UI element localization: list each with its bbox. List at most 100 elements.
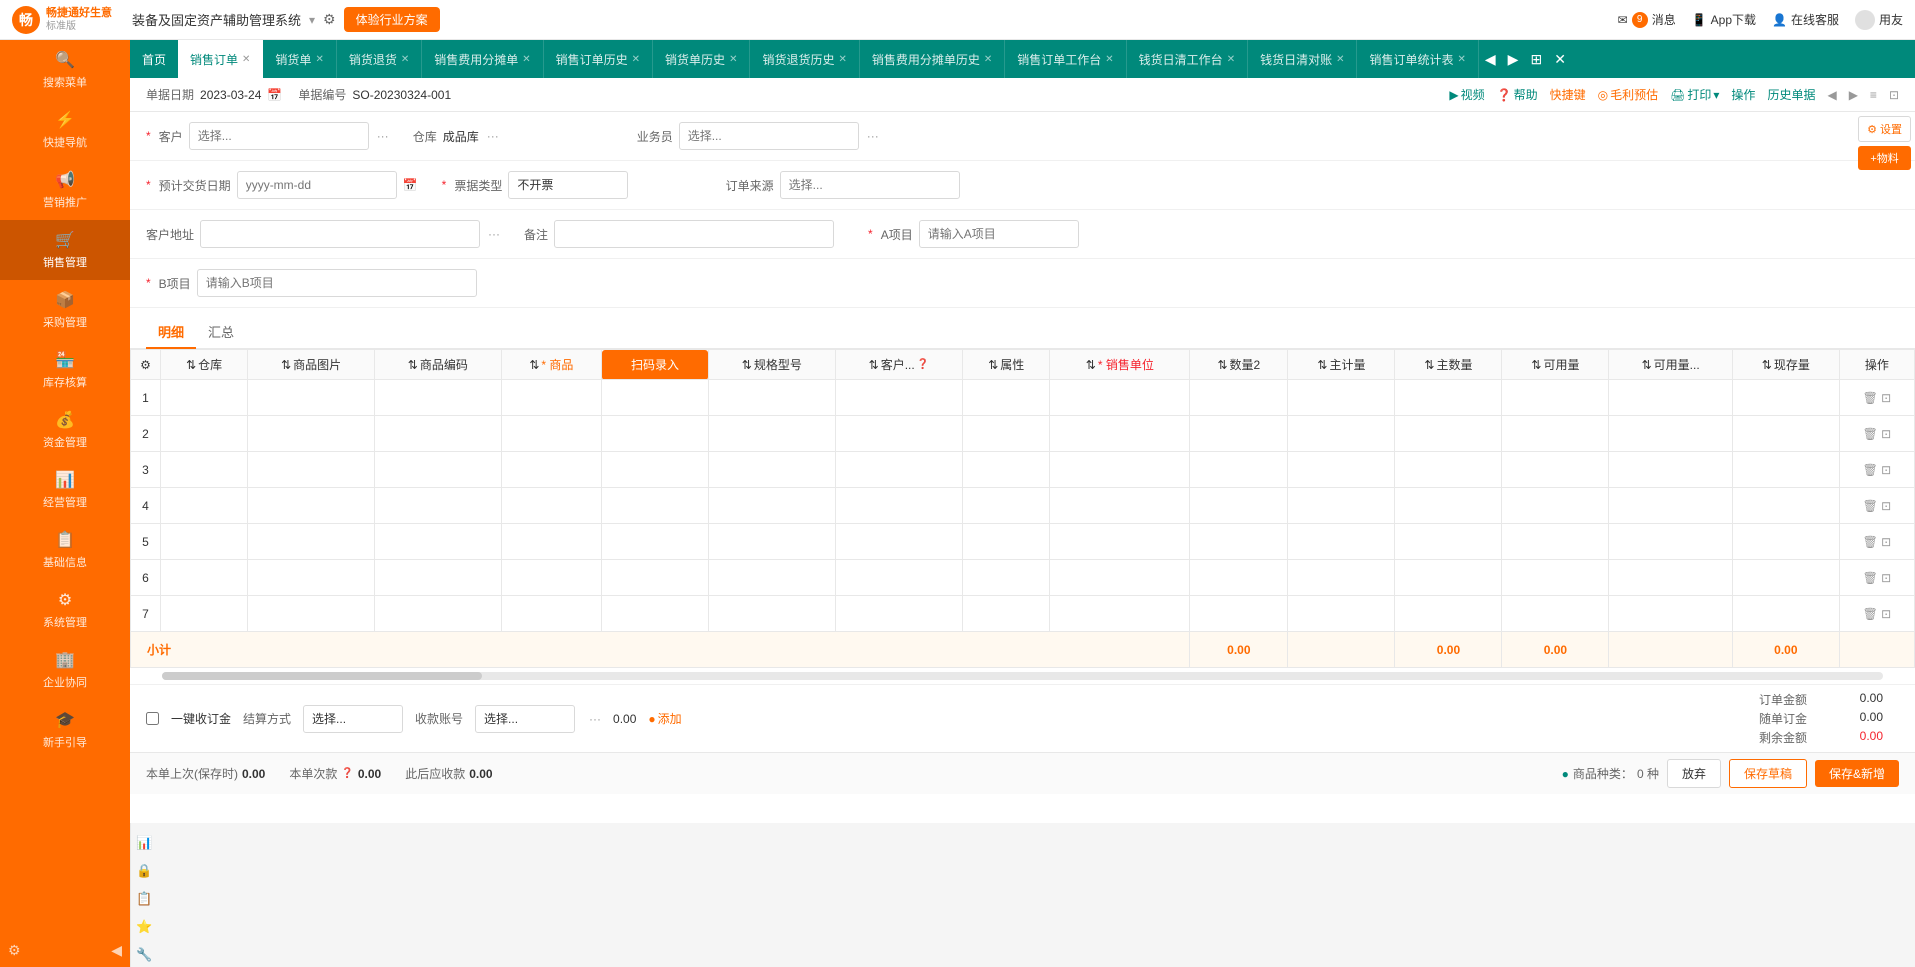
row-4-available[interactable] (1502, 488, 1609, 524)
tab-next-btn[interactable]: ▶ (1502, 51, 1525, 68)
discard-button[interactable]: 放弃 (1667, 759, 1721, 788)
row-1-product[interactable] (501, 380, 601, 416)
tab-returns-history[interactable]: 销货退货历史 ✕ (750, 40, 859, 78)
invoice-select[interactable]: 不开票 (508, 171, 628, 199)
row-3-customer-attr[interactable] (835, 452, 962, 488)
row-6-spec[interactable] (708, 560, 835, 596)
row-7-customer-attr[interactable] (835, 596, 962, 632)
row-4-code[interactable] (374, 488, 501, 524)
one-key-checkbox[interactable] (146, 712, 159, 725)
row-4-copy-icon[interactable]: ⊡ (1881, 499, 1891, 513)
row-2-image[interactable] (248, 416, 375, 452)
operate-link[interactable]: 操作 (1731, 86, 1755, 103)
row-2-code[interactable] (374, 416, 501, 452)
tab-expand-btn[interactable]: ⊞ (1524, 51, 1548, 68)
row-4-unit[interactable] (1050, 488, 1190, 524)
tab-close-fee-history[interactable]: ✕ (984, 54, 992, 65)
row-4-scan[interactable] (602, 488, 709, 524)
tab-sales-invoice[interactable]: 销货单 ✕ (263, 40, 336, 78)
row-7-unit[interactable] (1050, 596, 1190, 632)
tab-close-daily-clear[interactable]: ✕ (1336, 54, 1344, 65)
tab-prev-btn[interactable]: ◀ (1479, 51, 1502, 68)
row-7-copy-icon[interactable]: ⊡ (1881, 607, 1891, 621)
print-link[interactable]: 🖨 打印 ▾ (1670, 86, 1719, 103)
tab-close-returns-history[interactable]: ✕ (838, 54, 846, 65)
settings-btn[interactable]: ⚙ 设置 (1858, 116, 1911, 142)
customer-input[interactable] (189, 122, 369, 150)
row-1-image[interactable] (248, 380, 375, 416)
right-panel-star-icon[interactable]: ⭐ (133, 915, 157, 939)
b-project-input[interactable] (197, 269, 477, 297)
fullscreen-icon[interactable]: ⊡ (1889, 88, 1899, 102)
col-code[interactable]: ⇅商品编码 (374, 350, 501, 380)
row-3-attribute[interactable] (963, 452, 1050, 488)
row-6-product[interactable] (501, 560, 601, 596)
row-5-scan[interactable] (602, 524, 709, 560)
row-2-delete-icon[interactable]: 🗑 (1863, 427, 1878, 441)
row-3-warehouse[interactable] (161, 452, 248, 488)
tab-invoice-history[interactable]: 销货单历史 ✕ (653, 40, 750, 78)
pay-method-select[interactable]: 选择... (303, 705, 403, 733)
row-3-available2[interactable] (1609, 452, 1732, 488)
row-6-qty2[interactable] (1190, 560, 1288, 596)
col-main-unit[interactable]: ⇅主计量 (1288, 350, 1395, 380)
row-4-available2[interactable] (1609, 488, 1732, 524)
row-1-customer-attr[interactable] (835, 380, 962, 416)
bank-more-icon[interactable]: ··· (589, 712, 601, 726)
tab-close-workbench[interactable]: ✕ (1105, 54, 1113, 65)
row-7-warehouse[interactable] (161, 596, 248, 632)
curr-single-help[interactable]: ❓ (341, 768, 353, 779)
row-5-unit[interactable] (1050, 524, 1190, 560)
message-btn[interactable]: ✉ 9 消息 (1618, 11, 1676, 28)
row-1-warehouse[interactable] (161, 380, 248, 416)
col-unit[interactable]: ⇅* 销售单位 (1050, 350, 1190, 380)
col-settings[interactable]: ⚙ (131, 350, 161, 380)
row-5-available2[interactable] (1609, 524, 1732, 560)
online-service-btn[interactable]: 👤 在线客服 (1772, 11, 1839, 28)
table-scrollbar[interactable] (130, 668, 1915, 684)
row-6-available[interactable] (1502, 560, 1609, 596)
row-1-unit[interactable] (1050, 380, 1190, 416)
row-6-warehouse[interactable] (161, 560, 248, 596)
sidebar-item-finance[interactable]: 💰 资金管理 (0, 400, 130, 460)
row-1-current-stock[interactable] (1732, 380, 1839, 416)
row-2-warehouse[interactable] (161, 416, 248, 452)
row-2-available2[interactable] (1609, 416, 1732, 452)
save-draft-button[interactable]: 保存草稿 (1729, 759, 1807, 788)
col-available2[interactable]: ⇅可用量... (1609, 350, 1732, 380)
col-attribute[interactable]: ⇅属性 (963, 350, 1050, 380)
row-5-warehouse[interactable] (161, 524, 248, 560)
row-4-delete-icon[interactable]: 🗑 (1863, 499, 1878, 513)
row-4-current-stock[interactable] (1732, 488, 1839, 524)
preview-link[interactable]: ◎ 毛利预估 (1598, 86, 1659, 103)
row-5-attribute[interactable] (963, 524, 1050, 560)
row-5-main-unit[interactable] (1288, 524, 1395, 560)
row-6-main-qty[interactable] (1395, 560, 1502, 596)
sidebar-collapse-icon[interactable]: ◀ (111, 942, 122, 959)
row-1-qty2[interactable] (1190, 380, 1288, 416)
address-more-icon[interactable]: ··· (488, 227, 500, 241)
row-4-warehouse[interactable] (161, 488, 248, 524)
tab-close-returns[interactable]: ✕ (401, 54, 409, 65)
right-panel-tool-icon[interactable]: 🔧 (133, 943, 157, 967)
row-2-copy-icon[interactable]: ⊡ (1881, 427, 1891, 441)
row-1-main-qty[interactable] (1395, 380, 1502, 416)
row-6-unit[interactable] (1050, 560, 1190, 596)
detail-tab-summary[interactable]: 汇总 (196, 316, 246, 349)
row-3-product[interactable] (501, 452, 601, 488)
row-7-main-unit[interactable] (1288, 596, 1395, 632)
tab-daily-clear-workbench[interactable]: 钱货日清工作台 ✕ (1127, 40, 1248, 78)
app-download-btn[interactable]: 📱 App下载 (1692, 11, 1756, 28)
right-panel-chart-icon[interactable]: 📊 (133, 831, 157, 855)
row-1-spec[interactable] (708, 380, 835, 416)
delivery-calendar-icon[interactable]: 📅 (403, 178, 418, 192)
sidebar-item-quick-nav[interactable]: ⚡ 快捷导航 (0, 100, 130, 160)
row-6-copy-icon[interactable]: ⊡ (1881, 571, 1891, 585)
shortcut-link[interactable]: 快捷键 (1550, 86, 1586, 103)
row-6-main-unit[interactable] (1288, 560, 1395, 596)
row-4-qty2[interactable] (1190, 488, 1288, 524)
sidebar-item-inventory[interactable]: 🏪 库存核算 (0, 340, 130, 400)
tab-fee-history[interactable]: 销售费用分摊单历史 ✕ (860, 40, 1005, 78)
col-image[interactable]: ⇅商品图片 (248, 350, 375, 380)
row-7-qty2[interactable] (1190, 596, 1288, 632)
